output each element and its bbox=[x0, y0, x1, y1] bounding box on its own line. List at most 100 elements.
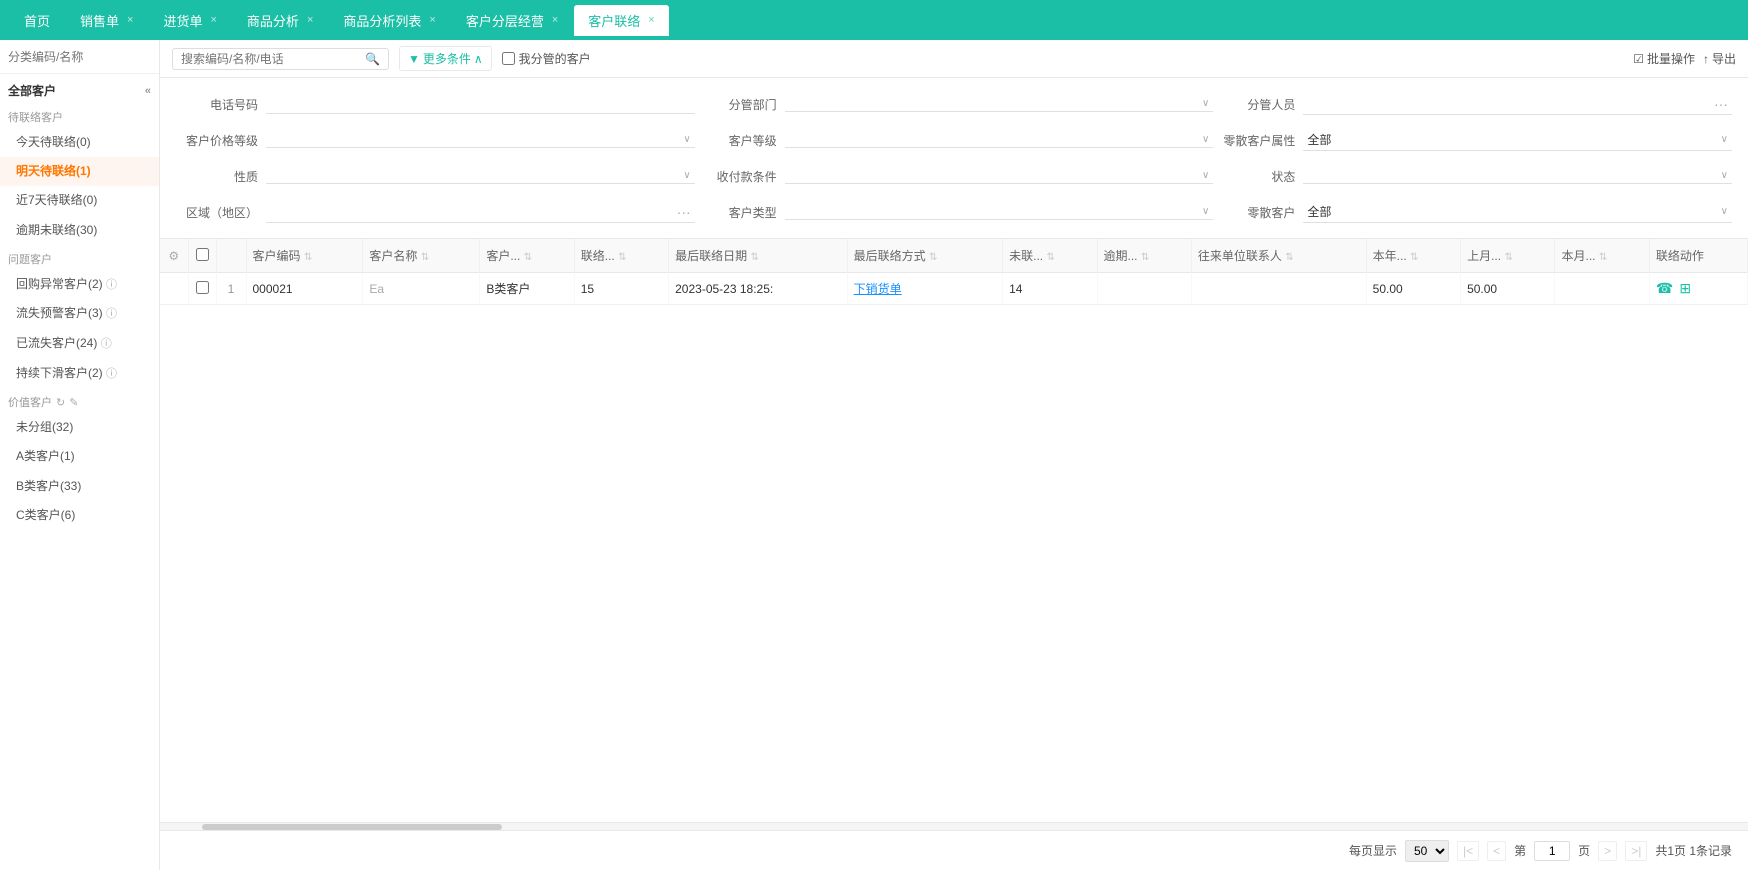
nav-tab-product-analysis[interactable]: 商品分析 × bbox=[233, 5, 327, 36]
my-customers-checkbox-wrap[interactable]: 我分管的客户 bbox=[502, 50, 591, 67]
sidebar-search-input[interactable] bbox=[8, 50, 160, 64]
page-label: 第 bbox=[1514, 842, 1526, 859]
customer-type-cell: B类客户 bbox=[480, 273, 574, 305]
price-level-select[interactable]: ∨ bbox=[266, 132, 695, 148]
area-input-wrap[interactable]: ··· bbox=[266, 202, 695, 223]
select-all-checkbox[interactable] bbox=[196, 248, 209, 261]
refresh-icon[interactable]: ↻ bbox=[56, 396, 65, 409]
uncontacted-cell: 14 bbox=[1003, 273, 1097, 305]
customer-type-label: 客户类型 bbox=[695, 204, 785, 221]
sort-icon: ⇅ bbox=[1410, 252, 1418, 263]
sidebar-item-repurchase-abnormal[interactable]: 回购异常客户(2) ⓘ bbox=[0, 270, 159, 300]
sidebar-item-churned[interactable]: 已流失客户(24) ⓘ bbox=[0, 329, 159, 359]
last-contact-method-header[interactable]: 最后联络方式 ⇅ bbox=[847, 239, 1002, 273]
sort-icon: ⇅ bbox=[1141, 252, 1149, 263]
close-icon[interactable]: × bbox=[648, 14, 654, 26]
chevron-up-icon: ∧ bbox=[474, 52, 483, 66]
filter-row-area: 区域（地区） ··· bbox=[176, 196, 695, 228]
sidebar-all-customers[interactable]: 全部客户 « bbox=[0, 74, 159, 103]
retail-attr-label: 零散客户属性 bbox=[1213, 132, 1303, 149]
export-btn[interactable]: ↑ 导出 bbox=[1703, 50, 1736, 67]
close-icon[interactable]: × bbox=[429, 14, 435, 26]
company-contact-header[interactable]: 往来单位联系人 ⇅ bbox=[1191, 239, 1366, 273]
sidebar-item-7day-pending[interactable]: 近7天待联络(0) bbox=[0, 186, 159, 215]
phone-input[interactable] bbox=[270, 97, 691, 111]
dept-select-wrap[interactable]: ∨ bbox=[785, 96, 1214, 112]
sidebar-item-ungrouped[interactable]: 未分组(32) bbox=[0, 413, 159, 442]
sidebar-item-churn-warning[interactable]: 流失预警客户(3) ⓘ bbox=[0, 299, 159, 329]
nav-tab-customer-tier[interactable]: 客户分层经营 × bbox=[452, 5, 572, 36]
last-contact-date-header[interactable]: 最后联络日期 ⇅ bbox=[669, 239, 848, 273]
this-year-cell: 50.00 bbox=[1366, 273, 1460, 305]
nav-tab-purchase[interactable]: 进货单 × bbox=[149, 5, 230, 36]
search-input[interactable] bbox=[181, 52, 361, 66]
close-icon[interactable]: × bbox=[552, 14, 558, 26]
dots-icon[interactable]: ··· bbox=[1714, 96, 1728, 112]
sidebar-item-declining[interactable]: 持续下滑客户(2) ⓘ bbox=[0, 359, 159, 389]
nav-tab-sales[interactable]: 销售单 × bbox=[66, 5, 147, 36]
customer-level-label: 客户等级 bbox=[695, 132, 785, 149]
nav-tab-customer-contact[interactable]: 客户联络 × bbox=[574, 5, 668, 36]
my-customers-checkbox[interactable] bbox=[502, 52, 515, 65]
more-conditions-btn[interactable]: ▼ 更多条件 ∧ bbox=[399, 46, 492, 71]
retail-attr-select[interactable]: 全部 ∨ bbox=[1303, 129, 1732, 151]
retail-customer-select[interactable]: 全部 ∨ bbox=[1303, 201, 1732, 223]
grid-icon[interactable]: ⊞ bbox=[1679, 280, 1691, 297]
contact-icon[interactable]: ☎ bbox=[1656, 280, 1673, 297]
customer-name-cell: Ea bbox=[363, 273, 480, 305]
customer-type-select[interactable]: ∨ bbox=[785, 204, 1214, 220]
last-month-header[interactable]: 上月... ⇅ bbox=[1461, 239, 1555, 273]
sidebar-item-overdue-pending[interactable]: 逾期未联络(30) bbox=[0, 216, 159, 245]
customer-type-header[interactable]: 客户... ⇅ bbox=[480, 239, 574, 273]
action-icons: ☎ ⊞ bbox=[1656, 280, 1741, 297]
close-icon[interactable]: × bbox=[127, 14, 133, 26]
close-icon[interactable]: × bbox=[210, 14, 216, 26]
payment-select[interactable]: ∨ bbox=[785, 168, 1214, 184]
sort-icon: ⇅ bbox=[1504, 252, 1512, 263]
uncontacted-header[interactable]: 未联... ⇅ bbox=[1003, 239, 1097, 273]
sidebar-item-class-c[interactable]: C类客户(6) bbox=[0, 501, 159, 530]
sidebar-search-wrap: 🔍 bbox=[0, 40, 159, 74]
status-select[interactable]: ∨ bbox=[1303, 168, 1732, 184]
nature-select[interactable]: ∨ bbox=[266, 168, 695, 184]
next-page-btn[interactable]: > bbox=[1598, 841, 1617, 861]
this-year-header[interactable]: 本年... ⇅ bbox=[1366, 239, 1460, 273]
chevron-down-icon: ∨ bbox=[1202, 170, 1209, 181]
customer-code-header[interactable]: 客户编码 ⇅ bbox=[246, 239, 363, 273]
horizontal-scrollbar[interactable] bbox=[160, 822, 1748, 830]
phone-input-wrap[interactable] bbox=[266, 95, 695, 114]
customer-name-header[interactable]: 客户名称 ⇅ bbox=[363, 239, 480, 273]
per-page-select[interactable]: 50 bbox=[1405, 840, 1449, 862]
close-icon[interactable]: × bbox=[307, 14, 313, 26]
manager-input-wrap[interactable]: ··· bbox=[1303, 94, 1732, 115]
page-input[interactable] bbox=[1534, 841, 1570, 861]
prev-page-btn[interactable]: < bbox=[1487, 841, 1506, 861]
overdue-header[interactable]: 逾期... ⇅ bbox=[1097, 239, 1191, 273]
dots-icon[interactable]: ··· bbox=[677, 204, 691, 220]
sort-icon: ⇅ bbox=[421, 252, 429, 263]
last-contact-method-cell[interactable]: 下销货单 bbox=[847, 273, 1002, 305]
main-layout: 🔍 全部客户 « 待联络客户 今天待联络(0) 明天待联络(1) 近7天待联络(… bbox=[0, 40, 1748, 870]
first-page-btn[interactable]: |< bbox=[1457, 841, 1479, 861]
sidebar-item-tomorrow-pending[interactable]: 明天待联络(1) bbox=[0, 157, 159, 186]
overdue-cell bbox=[1097, 273, 1191, 305]
sidebar-item-today-pending[interactable]: 今天待联络(0) bbox=[0, 128, 159, 157]
scrollbar-thumb[interactable] bbox=[202, 824, 502, 830]
batch-operation-btn[interactable]: ☑ 批量操作 bbox=[1633, 50, 1695, 67]
customer-level-select[interactable]: ∨ bbox=[785, 132, 1214, 148]
nav-home[interactable]: 首页 bbox=[10, 5, 64, 36]
nav-tab-product-list[interactable]: 商品分析列表 × bbox=[329, 5, 449, 36]
per-page-label: 每页显示 bbox=[1349, 842, 1397, 859]
edit-icon[interactable]: ✎ bbox=[69, 396, 78, 409]
last-page-btn[interactable]: >| bbox=[1625, 841, 1647, 861]
search-icon[interactable]: 🔍 bbox=[365, 52, 380, 66]
row-checkbox[interactable] bbox=[196, 281, 209, 294]
settings-col-header[interactable]: ⚙ bbox=[160, 239, 188, 273]
sidebar-item-class-b[interactable]: B类客户(33) bbox=[0, 472, 159, 501]
row-settings bbox=[160, 273, 188, 305]
sort-icon: ⇅ bbox=[618, 252, 626, 263]
this-month-header[interactable]: 本月... ⇅ bbox=[1555, 239, 1649, 273]
contact-header[interactable]: 联络... ⇅ bbox=[574, 239, 668, 273]
pagination-bar: 每页显示 50 |< < 第 页 > >| 共1页 1条记录 bbox=[160, 830, 1748, 870]
sidebar-item-class-a[interactable]: A类客户(1) bbox=[0, 442, 159, 471]
